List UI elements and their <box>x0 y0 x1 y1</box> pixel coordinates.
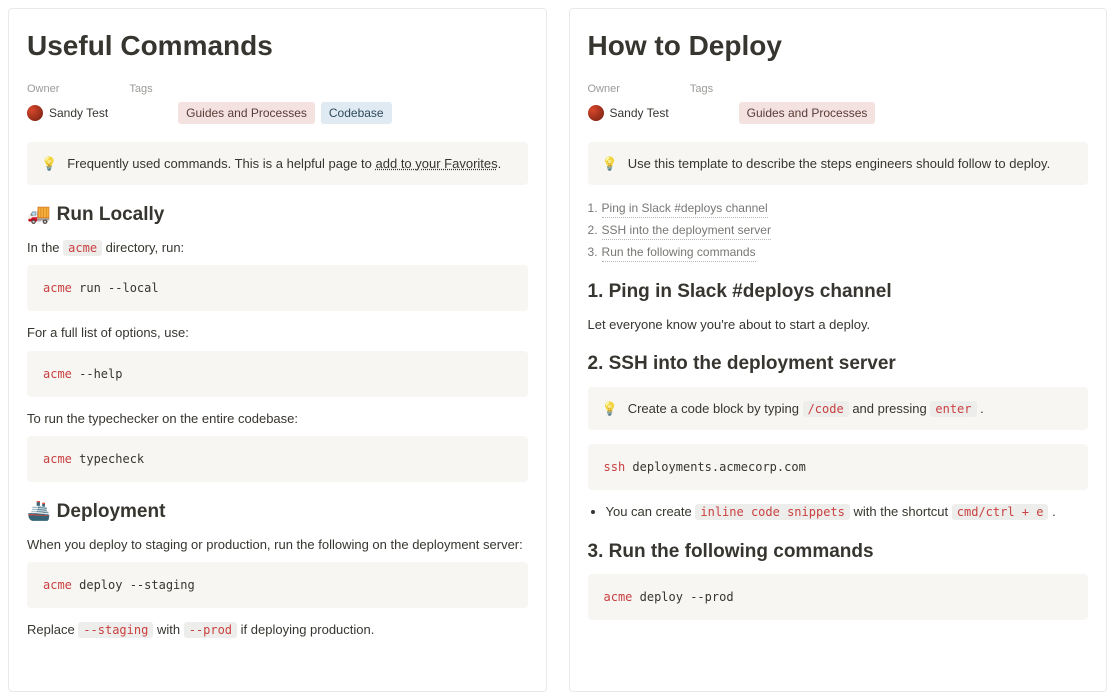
add-to-favorites-link[interactable]: add to your Favorites <box>376 156 498 171</box>
how-to-deploy-card: How to Deploy Owner Tags Sandy Test Guid… <box>569 8 1108 692</box>
callout-text: Frequently used commands. This is a help… <box>67 156 375 171</box>
code-block[interactable]: acme run --local <box>27 265 528 311</box>
inline-code: inline code snippets <box>695 504 850 520</box>
ship-icon: 🚢 <box>27 498 51 527</box>
list-item: You can create inline code snippets with… <box>606 502 1089 522</box>
inline-code: --prod <box>184 622 237 638</box>
toc-item[interactable]: Ping in Slack #deploys channel <box>588 199 1089 218</box>
table-of-contents: Ping in Slack #deploys channel SSH into t… <box>588 199 1089 262</box>
truck-icon: 🚚 <box>27 201 51 230</box>
page-title: Useful Commands <box>27 25 528 67</box>
owner-label: Owner <box>588 81 620 98</box>
callout-favorites: 💡 Frequently used commands. This is a he… <box>27 142 528 186</box>
tags-label: Tags <box>129 81 152 98</box>
owner-value[interactable]: Sandy Test <box>588 104 669 122</box>
owner-name: Sandy Test <box>49 104 108 122</box>
tag-chip[interactable]: Guides and Processes <box>178 102 315 124</box>
tag-list: Guides and Processes Codebase <box>178 102 391 124</box>
code-block[interactable]: acme --help <box>27 351 528 397</box>
tags-label: Tags <box>690 81 713 98</box>
bullet-list: You can create inline code snippets with… <box>588 502 1089 522</box>
code-block[interactable]: acme deploy --prod <box>588 574 1089 620</box>
inline-code: acme <box>63 240 102 256</box>
inline-code: --staging <box>78 622 153 638</box>
code-block[interactable]: acme deploy --staging <box>27 562 528 608</box>
tag-chip[interactable]: Codebase <box>321 102 392 124</box>
lightbulb-icon: 💡 <box>41 154 57 174</box>
page-title: How to Deploy <box>588 25 1089 67</box>
section-ssh: 2. SSH into the deployment server <box>588 350 1089 379</box>
body-text: For a full list of options, use: <box>27 323 528 343</box>
owner-label: Owner <box>27 81 59 98</box>
owner-value[interactable]: Sandy Test <box>27 104 108 122</box>
body-text: When you deploy to staging or production… <box>27 535 528 555</box>
inline-code: enter <box>930 401 976 417</box>
toc-item[interactable]: SSH into the deployment server <box>588 221 1089 240</box>
callout-text: Use this template to describe the steps … <box>628 154 1051 174</box>
section-ping-slack: 1. Ping in Slack #deploys channel <box>588 278 1089 307</box>
inline-code: /code <box>803 401 849 417</box>
useful-commands-card: Useful Commands Owner Tags Sandy Test Gu… <box>8 8 547 692</box>
run-locally-desc: In the acme directory, run: <box>27 238 528 258</box>
section-run-commands: 3. Run the following commands <box>588 538 1089 567</box>
code-block[interactable]: ssh deployments.acmecorp.com <box>588 444 1089 490</box>
tag-chip[interactable]: Guides and Processes <box>739 102 876 124</box>
section-deployment: 🚢 Deployment <box>27 498 528 527</box>
callout-template: 💡 Use this template to describe the step… <box>588 142 1089 186</box>
toc-item[interactable]: Run the following commands <box>588 243 1089 262</box>
callout-text-end: . <box>498 156 502 171</box>
lightbulb-icon: 💡 <box>602 154 618 174</box>
tag-list: Guides and Processes <box>739 102 876 124</box>
lightbulb-icon: 💡 <box>602 399 618 419</box>
body-text: To run the typechecker on the entire cod… <box>27 409 528 429</box>
inline-code: cmd/ctrl + e <box>952 504 1049 520</box>
body-text: Replace --staging with --prod if deployi… <box>27 620 528 640</box>
body-text: Let everyone know you're about to start … <box>588 315 1089 335</box>
section-run-locally: 🚚 Run Locally <box>27 201 528 230</box>
owner-name: Sandy Test <box>610 104 669 122</box>
avatar-icon <box>27 105 43 121</box>
avatar-icon <box>588 105 604 121</box>
callout-codeblock-tip: 💡 Create a code block by typing /code an… <box>588 387 1089 431</box>
code-block[interactable]: acme typecheck <box>27 436 528 482</box>
